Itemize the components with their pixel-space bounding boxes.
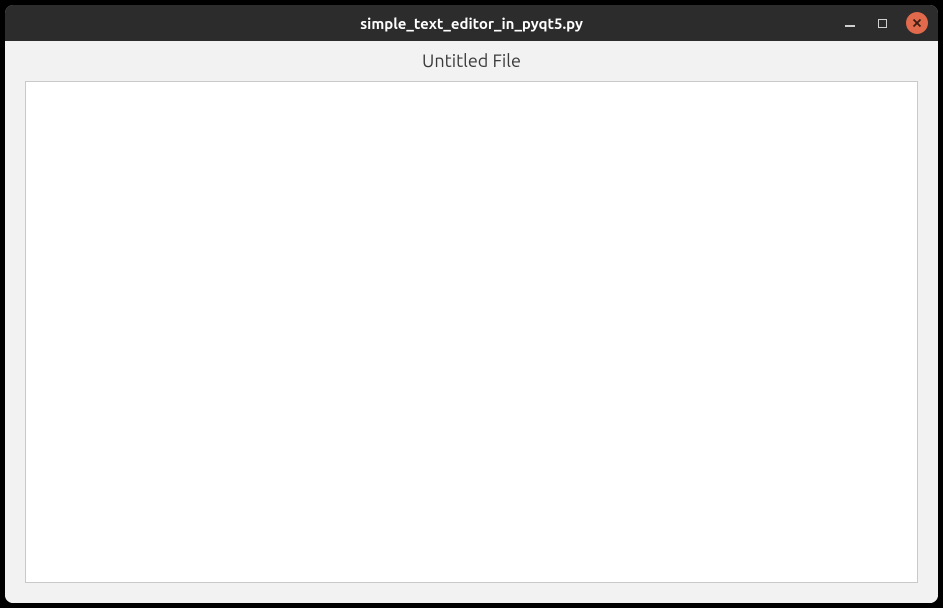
minimize-button[interactable] xyxy=(834,5,866,41)
minimize-icon xyxy=(845,25,855,27)
file-name-label: Untitled File xyxy=(422,51,521,71)
window-client-area: Untitled File xyxy=(5,41,938,603)
close-icon xyxy=(906,12,928,34)
window-controls xyxy=(834,5,938,41)
file-label-row: Untitled File xyxy=(5,41,938,81)
editor-container xyxy=(5,81,938,603)
application-window: simple_text_editor_in_pyqt5.py xyxy=(5,5,938,603)
maximize-icon xyxy=(878,19,887,28)
maximize-button[interactable] xyxy=(866,5,898,41)
close-button[interactable] xyxy=(898,5,930,41)
window-title: simple_text_editor_in_pyqt5.py xyxy=(360,15,583,32)
desktop-border: simple_text_editor_in_pyqt5.py xyxy=(0,0,943,608)
window-titlebar[interactable]: simple_text_editor_in_pyqt5.py xyxy=(5,5,938,41)
text-editor-area[interactable] xyxy=(25,81,918,583)
